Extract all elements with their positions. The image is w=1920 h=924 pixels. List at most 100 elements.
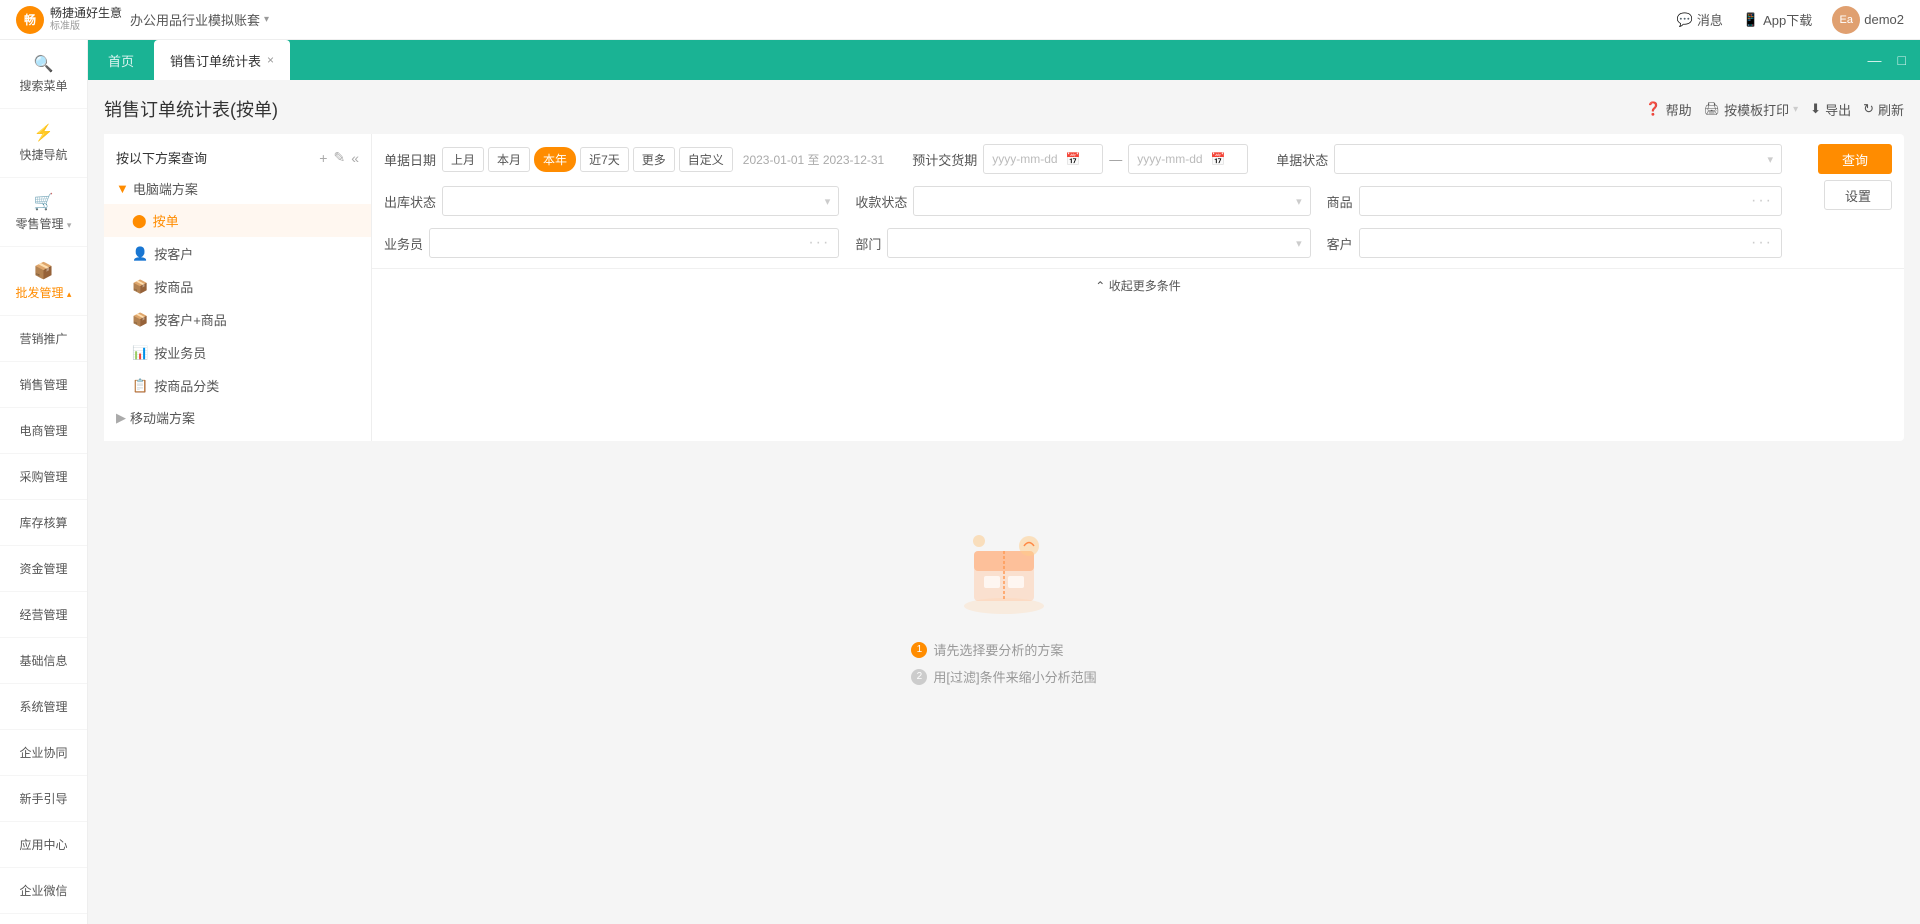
sidebar-item-system[interactable]: 系统管理	[0, 684, 87, 730]
more-btn[interactable]: 更多	[633, 147, 675, 172]
sidebar-item-sales[interactable]: 销售管理	[0, 362, 87, 408]
user-profile[interactable]: Ea demo2	[1832, 6, 1904, 34]
payment-status-label: 收款状态	[855, 192, 907, 211]
collapse-row[interactable]: ⌃ 收起更多条件	[372, 268, 1904, 302]
sidebar-item-retail[interactable]: 🛒 零售管理 ▾	[0, 178, 87, 247]
last-7-btn[interactable]: 近7天	[580, 147, 629, 172]
date-sep: —	[1109, 152, 1122, 167]
product-field: 商品 ···	[1327, 186, 1782, 216]
scheme-item-by-salesperson[interactable]: 📊 按业务员	[104, 336, 371, 369]
collapse-panel-button[interactable]: «	[351, 150, 359, 166]
scheme-group-desktop-title[interactable]: ▼ 电脑端方案	[104, 173, 371, 204]
chevron-down-icon: ▾	[1767, 153, 1773, 166]
export-button[interactable]: ⬇ 导出	[1810, 100, 1851, 119]
setting-button[interactable]: 设置	[1824, 180, 1892, 210]
scheme-item-by-category[interactable]: 📋 按商品分类	[104, 369, 371, 402]
filter-section: 按以下方案查询 + ✎ « ▼ 电脑端方案	[104, 134, 1904, 441]
bill-date-field: 单据日期 上月 本月 本年 近7天 更多 自定义	[384, 147, 884, 172]
sidebar-item-enterprise[interactable]: 企业协同	[0, 730, 87, 776]
scheme-header-actions: + ✎ «	[319, 149, 359, 166]
workspace-selector[interactable]: 办公用品行业模拟账套 ▾	[130, 10, 269, 29]
edit-scheme-button[interactable]: ✎	[333, 149, 345, 166]
expected-date-end[interactable]: yyyy-mm-dd 📅	[1128, 144, 1248, 174]
hint-num-2: 2	[911, 669, 927, 685]
chevron-down-icon: ▾	[264, 14, 269, 25]
sidebar-item-quick-nav[interactable]: ⚡ 快捷导航	[0, 109, 87, 178]
expand-icon: ▾	[67, 220, 72, 230]
custom-btn[interactable]: 自定义	[679, 147, 733, 172]
sidebar-item-wechat[interactable]: 企业微信	[0, 868, 87, 914]
empty-illustration	[944, 521, 1064, 624]
empty-hint-2: 2 用[过滤]条件来缩小分析范围	[911, 667, 1096, 686]
print-button[interactable]: 🖨 按模板打印 ▾	[1704, 100, 1799, 119]
chevron-down-icon: ▾	[1296, 237, 1302, 250]
message-button[interactable]: 💬 消息	[1677, 10, 1723, 29]
customer-field: 客户 ···	[1327, 228, 1782, 258]
query-button[interactable]: 查询	[1818, 144, 1892, 174]
box-icon: 📦	[8, 261, 79, 281]
filter-row-3: 业务员 ··· 部门 ▾	[372, 222, 1794, 268]
top-bar-right: 💬 消息 📱 App下载 Ea demo2	[1677, 6, 1904, 34]
product-input[interactable]: ···	[1359, 186, 1782, 216]
chevron-down-icon: ▾	[825, 195, 831, 208]
empty-state: 1 请先选择要分析的方案 2 用[过滤]条件来缩小分析范围	[104, 441, 1904, 766]
customer-input[interactable]: ···	[1359, 228, 1782, 258]
sidebar-item-marketing[interactable]: 营销推广	[0, 316, 87, 362]
sidebar-item-basic-info[interactable]: 基础信息	[0, 638, 87, 684]
app-download-button[interactable]: 📱 App下载	[1743, 10, 1812, 29]
triangle-icon: ▼	[116, 181, 129, 196]
expected-date-range: yyyy-mm-dd 📅 — yyyy-mm-dd 📅	[983, 144, 1248, 174]
department-label: 部门	[855, 234, 881, 253]
sidebar-item-inventory[interactable]: 库存核算	[0, 500, 87, 546]
scheme-group-mobile-title[interactable]: ▶ 移动端方案	[104, 402, 371, 433]
sidebar-item-operations[interactable]: 经营管理	[0, 592, 87, 638]
maximize-button[interactable]: □	[1892, 48, 1912, 72]
expected-date-field: 预计交货期 yyyy-mm-dd 📅 —	[912, 144, 1248, 174]
print-chevron-icon: ▾	[1793, 104, 1798, 115]
sidebar-item-ecommerce[interactable]: 电商管理	[0, 408, 87, 454]
bill-status-select[interactable]: ▾	[1334, 144, 1782, 174]
expected-date-label: 预计交货期	[912, 150, 977, 169]
payment-status-select[interactable]: ▾	[913, 186, 1310, 216]
scheme-item-by-customer-product[interactable]: 📦 按客户+商品	[104, 303, 371, 336]
help-icon: ❓	[1645, 101, 1661, 117]
left-panel: 按以下方案查询 + ✎ « ▼ 电脑端方案	[104, 134, 372, 441]
last-month-btn[interactable]: 上月	[442, 147, 484, 172]
refresh-button[interactable]: ↻ 刷新	[1863, 100, 1904, 119]
lightning-icon: ⚡	[8, 123, 79, 143]
scheme-group-desktop: ▼ 电脑端方案 ⬤ 按单 👤 按客户	[104, 173, 371, 402]
expected-date-start[interactable]: yyyy-mm-dd 📅	[983, 144, 1103, 174]
minimize-button[interactable]: —	[1862, 48, 1888, 72]
tab-sales-order-stats[interactable]: 销售订单统计表 ×	[154, 40, 290, 80]
sidebar-item-new-user[interactable]: 新手引导	[0, 776, 87, 822]
scheme-item-by-product[interactable]: 📦 按商品	[104, 270, 371, 303]
sidebar-item-wholesale[interactable]: 📦 批发管理 ▴	[0, 247, 87, 316]
this-month-btn[interactable]: 本月	[488, 147, 530, 172]
tab-home[interactable]: 首页	[88, 40, 154, 80]
delivery-status-select[interactable]: ▾	[442, 186, 839, 216]
sidebar-item-purchase[interactable]: 采购管理	[0, 454, 87, 500]
top-bar: 畅 畅捷通好生意 标准版 办公用品行业模拟账套 ▾ 💬 消息 📱 App下载 E…	[0, 0, 1920, 40]
right-filter-section: 单据日期 上月 本月 本年 近7天 更多 自定义	[372, 134, 1904, 441]
tab-close-icon[interactable]: ×	[267, 53, 274, 67]
user-icon: 👤	[132, 246, 148, 262]
scheme-item-by-customer[interactable]: 👤 按客户	[104, 237, 371, 270]
sidebar-item-search[interactable]: 🔍 搜索菜单	[0, 40, 87, 109]
content-area: 首页 销售订单统计表 × — □ 销售订单统计表(按单) ❓ 帮助	[88, 40, 1920, 924]
more-icon: ···	[1751, 234, 1773, 252]
salesperson-input[interactable]: ···	[429, 228, 839, 258]
this-year-btn[interactable]: 本年	[534, 147, 576, 172]
more-icon: ···	[808, 234, 830, 252]
calendar-icon: 📅	[1066, 152, 1081, 166]
empty-hint-1: 1 请先选择要分析的方案	[911, 640, 1096, 659]
sidebar-item-finance[interactable]: 资金管理	[0, 546, 87, 592]
sidebar: 🔍 搜索菜单 ⚡ 快捷导航 🛒 零售管理 ▾ 📦 批发管理 ▴ 营销推广 销售管…	[0, 40, 88, 924]
department-select[interactable]: ▾	[887, 228, 1310, 258]
scheme-item-by-order[interactable]: ⬤ 按单	[104, 204, 371, 237]
calendar-icon-end: 📅	[1211, 152, 1226, 166]
help-button[interactable]: ❓ 帮助	[1645, 100, 1691, 119]
sidebar-item-membership[interactable]: 畅会员	[0, 914, 87, 924]
scheme-group-mobile: ▶ 移动端方案	[104, 402, 371, 433]
sidebar-item-app-center[interactable]: 应用中心	[0, 822, 87, 868]
add-scheme-button[interactable]: +	[319, 150, 327, 166]
